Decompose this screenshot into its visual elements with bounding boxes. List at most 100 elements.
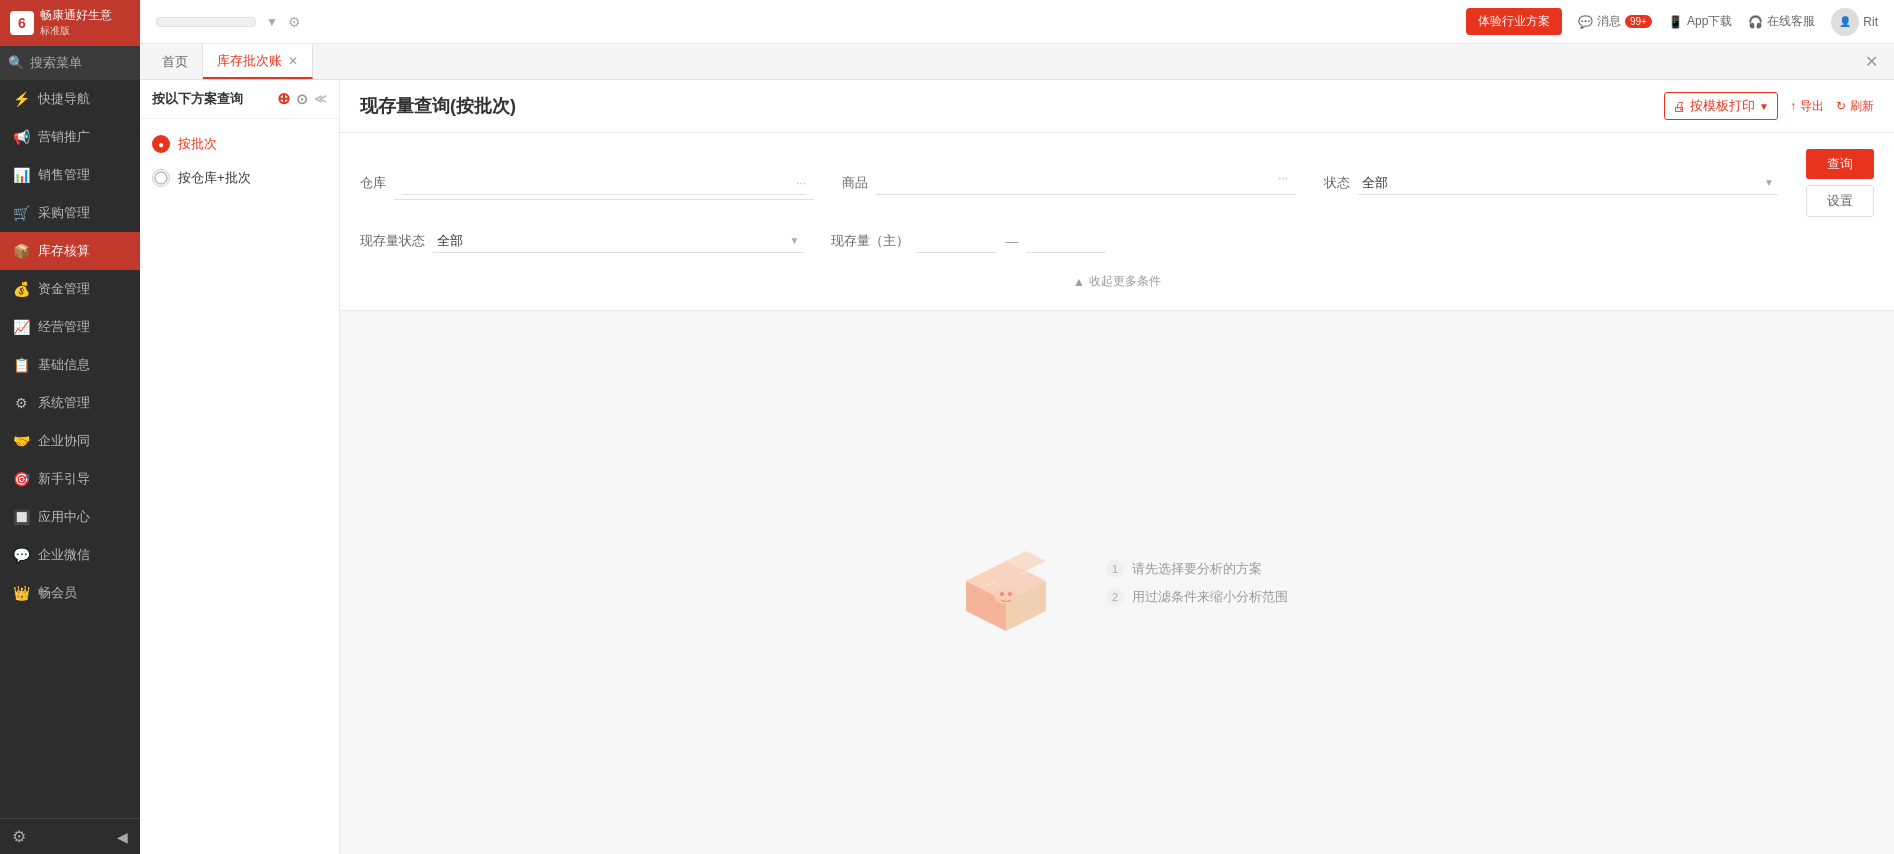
nav-label: 销售管理 [38,166,90,184]
sidebar-item-sales[interactable]: 📊 销售管理 [0,156,140,194]
nav-icon: 🛒 [12,205,30,221]
warehouse-more-btn[interactable]: ··· [792,176,810,190]
filter-area: 仓库 ··· 商品 ··· [340,133,1894,311]
content-area: 按以下方案查询 ⊕ ⊙ ≪ ● 按批次 按仓库+批次 [140,80,1894,854]
collapse-chevron-up-icon: ▲ [1073,275,1085,289]
warehouse-input[interactable] [402,171,806,195]
svg-point-0 [155,172,167,184]
scheme-add-btn[interactable]: ⊕ [277,91,290,107]
message-label: 消息 [1597,13,1621,30]
sidebar-item-finance[interactable]: 💰 资金管理 [0,270,140,308]
headset-icon: 🎧 [1748,15,1763,29]
search-icon: 🔍 [8,55,24,70]
settings-btn[interactable]: 设置 [1806,185,1874,217]
sidebar-item-system[interactable]: ⚙ 系统管理 [0,384,140,422]
nav-icon: ⚙ [12,395,30,411]
print-btn[interactable]: 🖨 按模板打印 ▼ [1664,92,1778,120]
scheme-item-by-batch[interactable]: ● 按批次 [140,127,339,161]
scheme-item-by-warehouse-batch[interactable]: 按仓库+批次 [140,161,339,195]
export-label: 导出 [1800,98,1824,115]
goods-input[interactable] [876,171,1296,195]
settings-icon[interactable]: ⚙ [12,827,26,846]
scheme-settings-btn[interactable]: ⊙ [296,92,308,106]
sidebar-item-member[interactable]: 👑 畅会员 [0,574,140,612]
sidebar-item-weixin[interactable]: 💬 企业微信 [0,536,140,574]
hint-item-1: 1 请先选择要分析的方案 [1106,560,1288,578]
tab-bar-close-btn[interactable]: ✕ [1857,48,1886,75]
scheme-header: 按以下方案查询 ⊕ ⊙ ≪ [140,80,339,119]
export-btn[interactable]: ↑ 导出 [1790,98,1824,115]
qty-min-input[interactable] [917,229,997,253]
status-select[interactable]: 全部 正常 停用 [1358,171,1778,194]
status-select-wrap: 全部 正常 停用 ▼ [1358,171,1778,195]
topbar-settings-icon[interactable]: ⚙ [288,14,301,30]
nav-icon: ⚡ [12,91,30,107]
sidebar-item-quick-nav[interactable]: ⚡ 快捷导航 [0,80,140,118]
user-avatar-btn[interactable]: 👤 Rit [1831,8,1878,36]
sidebar-item-guide[interactable]: 🎯 新手引导 [0,460,140,498]
scheme-item-label: 按批次 [178,135,217,153]
collapse-more-btn[interactable]: ▲ 收起更多条件 [360,265,1874,294]
scheme-title: 按以下方案查询 [152,90,243,108]
sidebar: 6 畅康通好生意 标准版 🔍 搜索菜单 ⚡ 快捷导航 📢 营销推广 📊 销售管理… [0,0,140,854]
refresh-icon: ↻ [1836,99,1846,113]
tab-close-icon[interactable]: ✕ [288,54,298,68]
refresh-btn[interactable]: ↻ 刷新 [1836,98,1874,115]
print-chevron-icon[interactable]: ▼ [1759,101,1769,112]
try-industry-btn[interactable]: 体验行业方案 [1466,8,1562,35]
status-field: 状态 全部 正常 停用 ▼ [1324,171,1778,195]
sidebar-item-app-center[interactable]: 🔲 应用中心 [0,498,140,536]
sidebar-item-purchase[interactable]: 🛒 采购管理 [0,194,140,232]
app-download-btn[interactable]: 📱 App下载 [1668,13,1732,30]
status-label: 状态 [1324,174,1350,192]
tab-bar: 首页 库存批次账 ✕ ✕ [140,44,1894,80]
message-btn[interactable]: 💬 消息 99+ [1578,13,1652,30]
stock-status-label: 现存量状态 [360,232,425,250]
topbar-chevron-icon[interactable]: ▼ [266,15,278,29]
stock-status-select[interactable]: 全部 有库存 无库存 [433,229,803,252]
empty-hints: 1 请先选择要分析的方案 2 用过滤条件来缩小分析范围 [1106,560,1288,606]
collapse-sidebar-icon[interactable]: ◀ [117,829,128,845]
nav-icon: 📋 [12,357,30,373]
online-service-btn[interactable]: 🎧 在线客服 [1748,13,1815,30]
qty-max-input[interactable] [1026,229,1106,253]
warehouse-input-wrap: ··· [394,167,814,200]
sidebar-item-marketing[interactable]: 📢 营销推广 [0,118,140,156]
sidebar-search[interactable]: 🔍 搜索菜单 [0,46,140,80]
query-btn[interactable]: 查询 [1806,149,1874,179]
nav-label: 新手引导 [38,470,90,488]
nav-label: 畅会员 [38,584,77,602]
goods-more-btn[interactable]: ··· [1274,171,1292,185]
nav-label: 经营管理 [38,318,90,336]
sidebar-item-basics[interactable]: 📋 基础信息 [0,346,140,384]
page-actions: 🖨 按模板打印 ▼ ↑ 导出 ↻ 刷新 [1664,92,1874,120]
sidebar-item-operation[interactable]: 📈 经营管理 [0,308,140,346]
nav-icon: 👑 [12,585,30,601]
nav-label: 基础信息 [38,356,90,374]
user-avatar: 👤 [1831,8,1859,36]
tab-inventory-batch[interactable]: 库存批次账 ✕ [203,44,313,79]
stock-status-select-wrap: 全部 有库存 无库存 ▼ [433,229,803,253]
hint-num-2: 2 [1106,588,1124,606]
topbar-search-box[interactable] [156,17,256,27]
sidebar-item-enterprise[interactable]: 🤝 企业协同 [0,422,140,460]
export-icon: ↑ [1790,99,1796,113]
company-name: 畅康通好生意 [40,8,112,24]
scheme-actions: ⊕ ⊙ ≪ [277,91,327,107]
goods-label: 商品 [842,174,868,192]
scheme-list: ● 按批次 按仓库+批次 [140,119,339,854]
print-icon: 🖨 [1673,99,1686,114]
sidebar-item-inventory[interactable]: 📦 库存核算 [0,232,140,270]
svg-point-8 [1008,592,1012,596]
nav-icon: 🤝 [12,433,30,449]
qty-label: 现存量（主） [831,232,909,250]
nav-label: 企业协同 [38,432,90,450]
tab-inventory-batch-label: 库存批次账 [217,52,282,70]
scheme-dot-active: ● [152,135,170,153]
tab-home[interactable]: 首页 [148,44,203,79]
warehouse-field: 仓库 ··· [360,167,814,200]
goods-input-wrap: ··· [876,171,1296,195]
main-area: ▼ ⚙ 体验行业方案 💬 消息 99+ 📱 App下载 🎧 在线客服 👤 [140,0,1894,854]
empty-state: 1 请先选择要分析的方案 2 用过滤条件来缩小分析范围 [340,311,1894,854]
scheme-collapse-btn[interactable]: ≪ [314,92,327,106]
